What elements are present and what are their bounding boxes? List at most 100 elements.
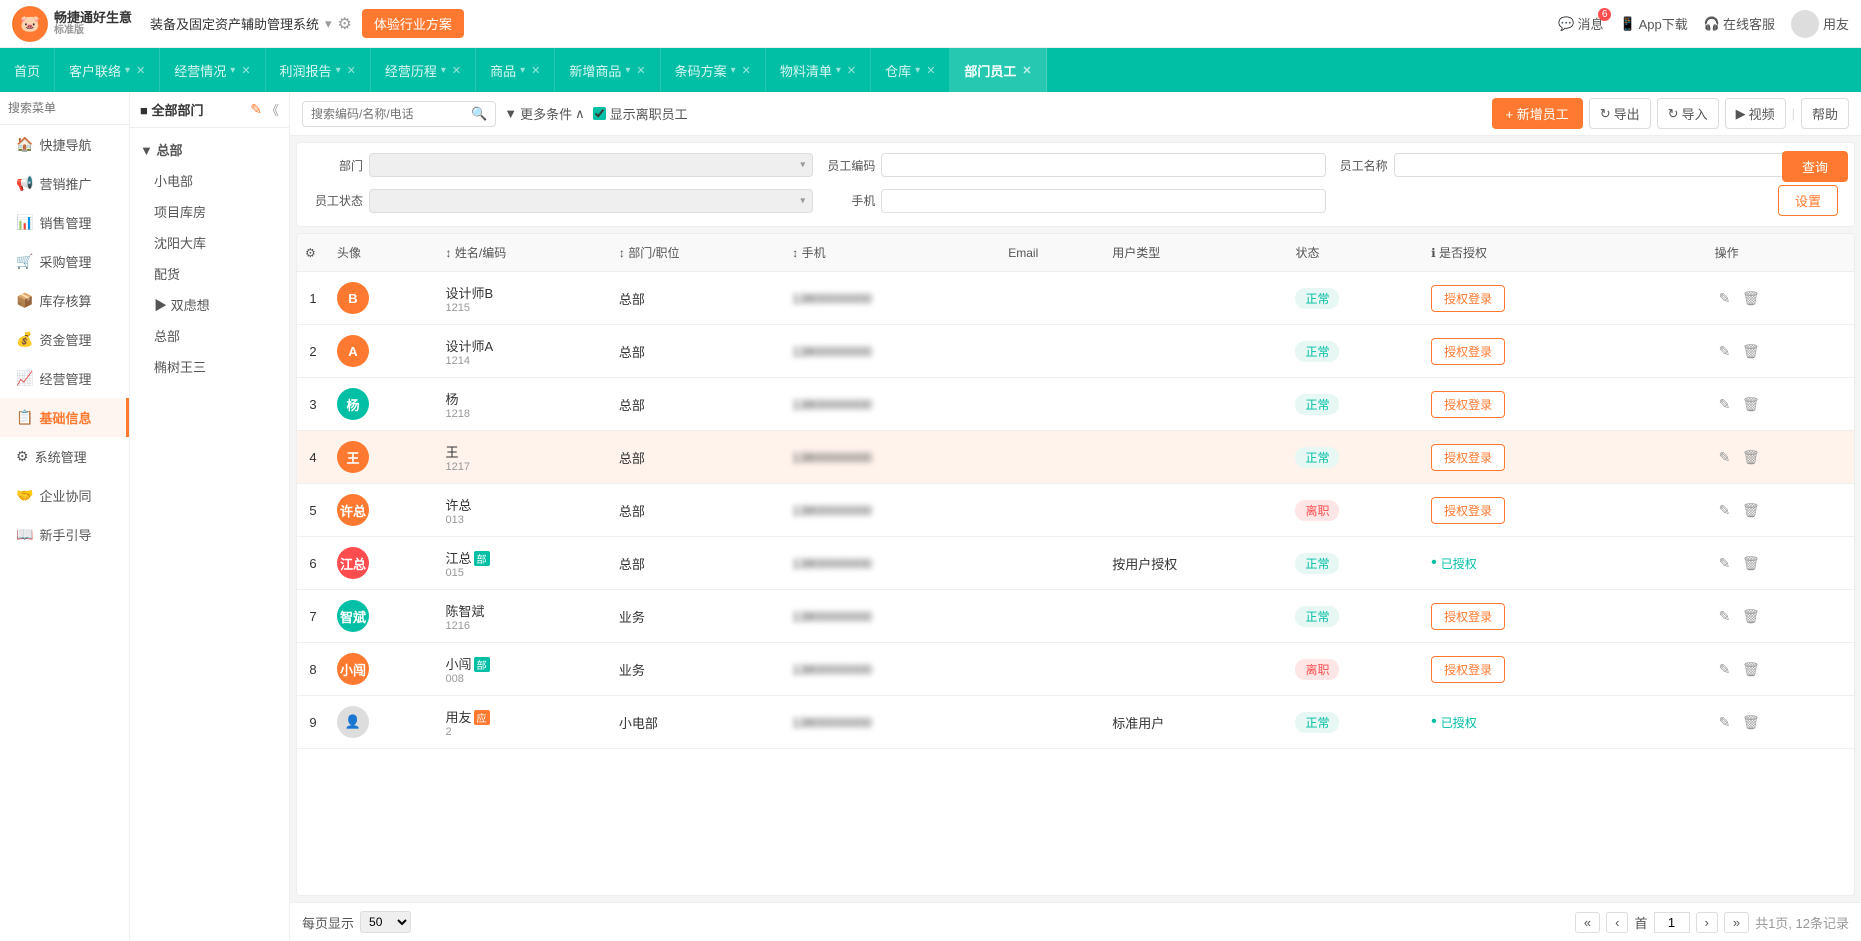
sidebar-item-系统管理[interactable]: ⚙系统管理	[0, 437, 129, 476]
nav-tab-利润报告[interactable]: 利润报告▾✕	[266, 48, 371, 92]
delete-button[interactable]: 🗑	[1738, 659, 1764, 680]
first-page-btn[interactable]: «	[1575, 912, 1600, 933]
delete-button[interactable]: 🗑	[1738, 288, 1764, 309]
dept-item-项目库房[interactable]: 项目库房	[130, 196, 289, 227]
edit-button[interactable]: ✎	[1715, 712, 1735, 733]
edit-button[interactable]: ✎	[1715, 288, 1735, 309]
add-employee-button[interactable]: + 新增员工	[1492, 98, 1583, 129]
edit-button[interactable]: ✎	[1715, 500, 1735, 521]
tab-close-icon[interactable]: ✕	[847, 64, 856, 77]
video-button[interactable]: ▶ 视频	[1725, 98, 1786, 129]
sidebar-item-新手引导[interactable]: 📖新手引导	[0, 515, 129, 554]
edit-button[interactable]: ✎	[1715, 659, 1735, 680]
dept-collapse-icon[interactable]: 《	[266, 100, 279, 119]
sidebar-search-input[interactable]	[8, 101, 130, 115]
prev-page-btn[interactable]: ‹	[1606, 912, 1628, 933]
tab-close-icon[interactable]: ✕	[531, 64, 540, 77]
page-input[interactable]	[1654, 912, 1690, 933]
auth-login-button[interactable]: 授权登录	[1431, 444, 1505, 471]
import-button[interactable]: ↻ 导入	[1657, 98, 1719, 129]
nav-tab-经营情况[interactable]: 经营情况▾✕	[160, 48, 265, 92]
emp-name-input[interactable]	[1394, 153, 1838, 177]
edit-button[interactable]: ✎	[1715, 394, 1735, 415]
dept-item-沈阳大库[interactable]: 沈阳大库	[130, 227, 289, 258]
row-num: 1	[297, 272, 329, 325]
filter-search-input[interactable]	[311, 107, 471, 121]
edit-button[interactable]: ✎	[1715, 447, 1735, 468]
edit-button[interactable]: ✎	[1715, 553, 1735, 574]
delete-button[interactable]: 🗑	[1738, 341, 1764, 362]
sidebar-item-基础信息[interactable]: 📋基础信息	[0, 398, 129, 437]
delete-button[interactable]: 🗑	[1738, 394, 1764, 415]
tab-close-icon[interactable]: ✕	[136, 64, 145, 77]
delete-button[interactable]: 🗑	[1738, 712, 1764, 733]
dept-item-双虑想[interactable]: ▶ 双虑想	[130, 289, 289, 320]
delete-button[interactable]: 🗑	[1738, 553, 1764, 574]
user-btn[interactable]: 用友	[1791, 10, 1849, 38]
status-select[interactable]	[369, 189, 813, 213]
service-btn[interactable]: 🎧 在线客服	[1704, 14, 1775, 33]
row-phone-cell: 13800000000	[784, 696, 1000, 749]
sidebar-item-经营管理[interactable]: 📈经营管理	[0, 359, 129, 398]
nav-tab-条码方案[interactable]: 条码方案▾✕	[661, 48, 766, 92]
auth-login-button[interactable]: 授权登录	[1431, 391, 1505, 418]
dept-add-icon[interactable]: ✎	[250, 101, 262, 118]
delete-button[interactable]: 🗑	[1738, 500, 1764, 521]
gear-icon[interactable]: ⚙	[338, 14, 352, 34]
dept-item-椭树王三[interactable]: 椭树王三	[130, 351, 289, 382]
nav-tab-客户联络[interactable]: 客户联络▾✕	[55, 48, 160, 92]
dept-select[interactable]	[369, 153, 813, 177]
emp-code-input[interactable]	[881, 153, 1325, 177]
next-page-btn[interactable]: ›	[1696, 912, 1718, 933]
phone-input[interactable]	[881, 189, 1325, 213]
nav-tab-仓库[interactable]: 仓库▾✕	[871, 48, 950, 92]
tab-close-icon[interactable]: ✕	[636, 64, 645, 77]
avatar	[1791, 10, 1819, 38]
last-page-btn[interactable]: »	[1724, 912, 1749, 933]
nav-tab-物料清单[interactable]: 物料清单▾✕	[766, 48, 871, 92]
edit-button[interactable]: ✎	[1715, 341, 1735, 362]
edit-button[interactable]: ✎	[1715, 606, 1735, 627]
sidebar-item-资金管理[interactable]: 💰资金管理	[0, 320, 129, 359]
query-button[interactable]: 查询	[1782, 151, 1848, 182]
nav-tab-新增商品[interactable]: 新增商品▾✕	[555, 48, 660, 92]
page-size-wrap: 每页显示 50 100	[302, 911, 411, 933]
auth-login-button[interactable]: 授权登录	[1431, 603, 1505, 630]
dept-item-总部[interactable]: 总部	[130, 320, 289, 351]
show-resigned-checkbox[interactable]	[593, 107, 606, 120]
sidebar-item-快捷导航[interactable]: 🏠快捷导航	[0, 125, 129, 164]
delete-button[interactable]: 🗑	[1738, 606, 1764, 627]
tab-close-icon[interactable]: ✕	[452, 64, 461, 77]
trial-button[interactable]: 体验行业方案	[362, 9, 464, 38]
auth-login-button[interactable]: 授权登录	[1431, 338, 1505, 365]
export-button[interactable]: ↻ 导出	[1589, 98, 1651, 129]
auth-login-button[interactable]: 授权登录	[1431, 497, 1505, 524]
tab-close-icon[interactable]: ✕	[1022, 64, 1031, 77]
delete-button[interactable]: 🗑	[1738, 447, 1764, 468]
dept-item-小电部[interactable]: 小电部	[130, 165, 289, 196]
sidebar-item-营销推广[interactable]: 📢营销推广	[0, 164, 129, 203]
nav-tab-经营历程[interactable]: 经营历程▾✕	[371, 48, 476, 92]
avatar: 王	[337, 441, 369, 473]
auth-login-button[interactable]: 授权登录	[1431, 285, 1505, 312]
sidebar-item-采购管理[interactable]: 🛒采购管理	[0, 242, 129, 281]
tab-close-icon[interactable]: ✕	[347, 64, 356, 77]
sidebar-item-销售管理[interactable]: 📊销售管理	[0, 203, 129, 242]
dept-item-配货[interactable]: 配货	[130, 258, 289, 289]
tab-close-icon[interactable]: ✕	[241, 64, 250, 77]
message-btn[interactable]: 💬 消息 6	[1558, 14, 1603, 33]
nav-tab-商品[interactable]: 商品▾✕	[476, 48, 555, 92]
help-button[interactable]: 帮助	[1801, 98, 1849, 129]
tab-close-icon[interactable]: ✕	[742, 64, 751, 77]
set-button[interactable]: 设置	[1778, 185, 1838, 216]
auth-login-button[interactable]: 授权登录	[1431, 656, 1505, 683]
app-download-btn[interactable]: 📱 App下载	[1619, 14, 1687, 33]
per-page-select[interactable]: 50 100	[360, 911, 411, 933]
nav-tab-部门员工[interactable]: 部门员工✕	[950, 48, 1046, 92]
tab-close-icon[interactable]: ✕	[926, 64, 935, 77]
more-conditions-btn[interactable]: ▼ 更多条件 ∧	[504, 104, 584, 123]
sidebar-item-库存核算[interactable]: 📦库存核算	[0, 281, 129, 320]
dept-item-总部[interactable]: ▼ 总部	[130, 134, 289, 165]
nav-tab-首页[interactable]: 首页	[0, 48, 55, 92]
sidebar-item-企业协同[interactable]: 🤝企业协同	[0, 476, 129, 515]
